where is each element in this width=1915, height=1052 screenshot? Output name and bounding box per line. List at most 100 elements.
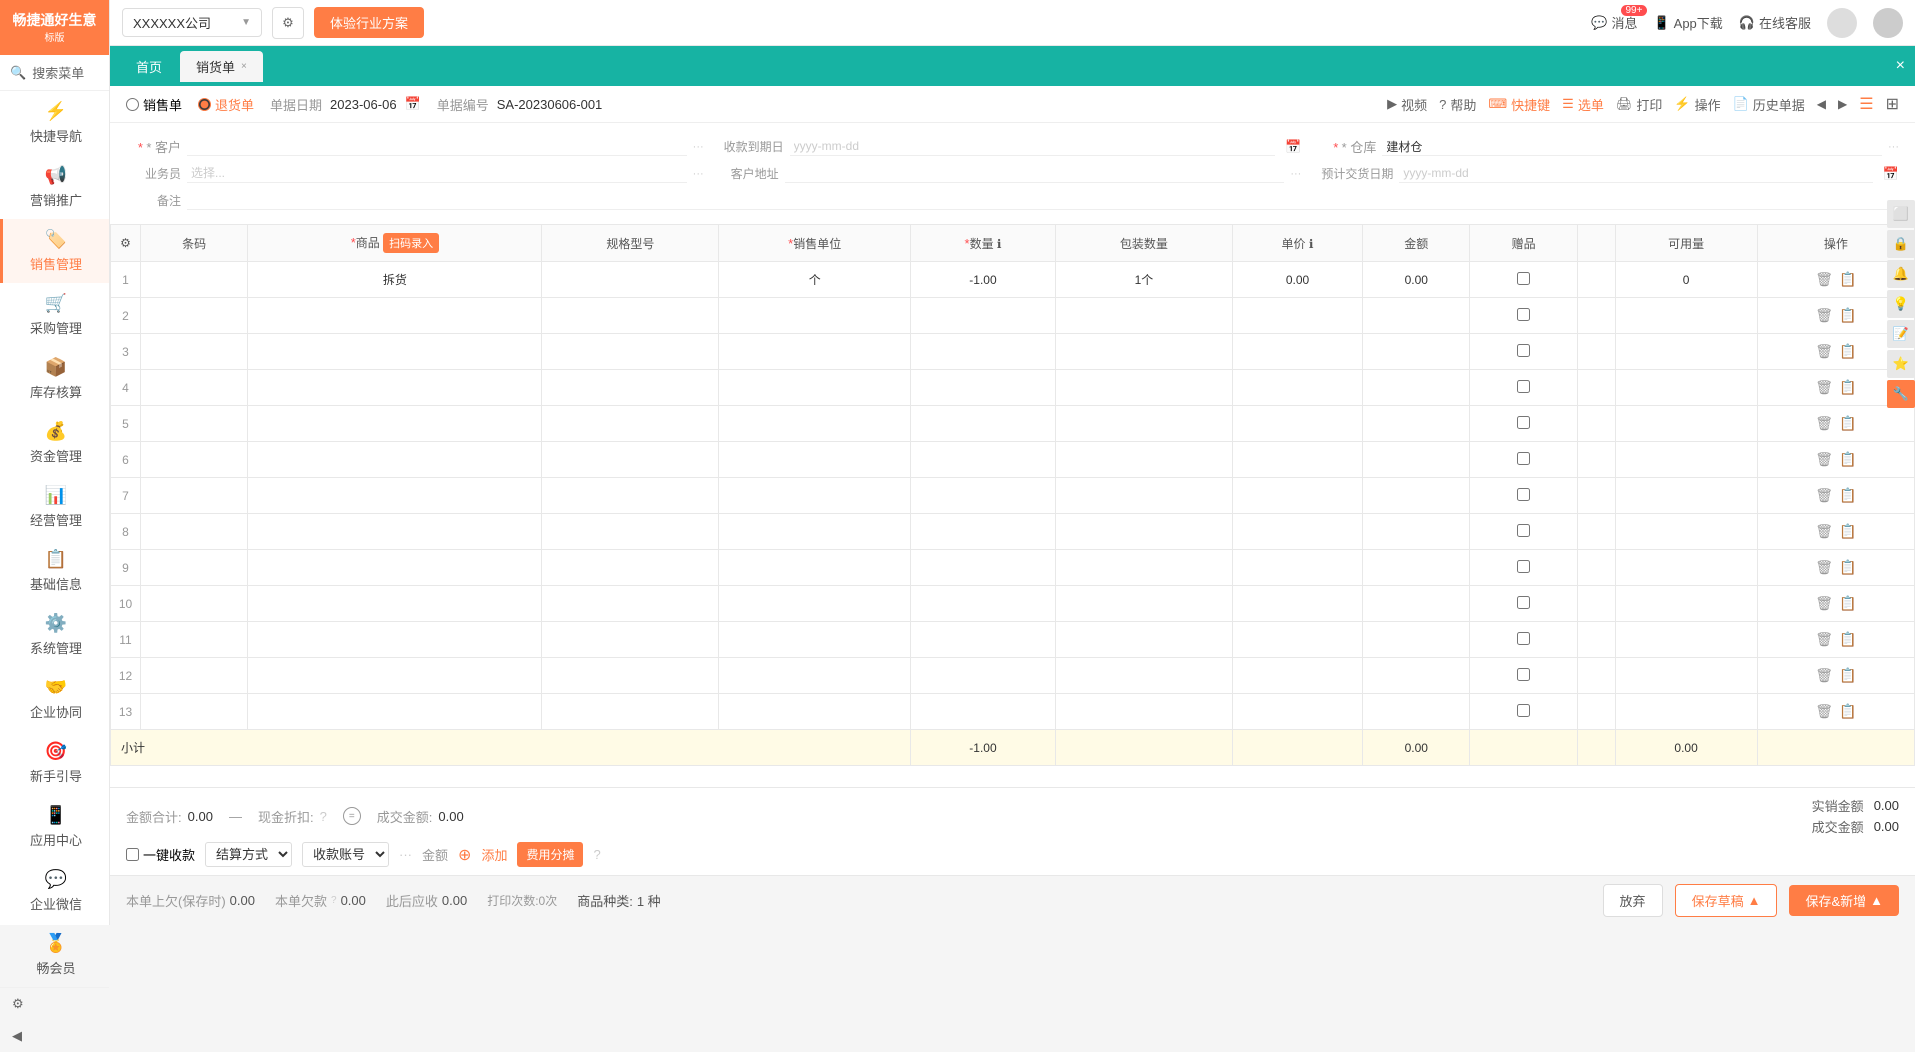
- sidebar-item-sales[interactable]: 🏷️ 销售管理: [0, 219, 109, 283]
- copy-icon[interactable]: 📋: [1839, 559, 1856, 576]
- sidebar-item-quick[interactable]: ⚡ 快捷导航: [0, 91, 109, 155]
- row-qty[interactable]: [911, 550, 1056, 586]
- row-unit[interactable]: [719, 658, 911, 694]
- row-amount[interactable]: [1363, 298, 1470, 334]
- copy-icon[interactable]: 📋: [1839, 343, 1856, 360]
- view-grid-btn[interactable]: ⊞: [1886, 94, 1899, 114]
- calendar-icon3[interactable]: 📅: [1883, 166, 1899, 182]
- row-product[interactable]: 拆货: [248, 262, 542, 298]
- tabbar-close-btn[interactable]: ×: [1896, 57, 1905, 75]
- trial-button[interactable]: 体验行业方案: [314, 7, 424, 38]
- discount-help-icon[interactable]: ?: [320, 809, 327, 824]
- row-price[interactable]: [1232, 406, 1362, 442]
- row-spec[interactable]: [542, 298, 719, 334]
- row-spec[interactable]: [542, 406, 719, 442]
- gift-checkbox[interactable]: [1517, 524, 1530, 537]
- note-input[interactable]: [187, 191, 1899, 210]
- row-amount[interactable]: [1363, 514, 1470, 550]
- row-amount[interactable]: [1363, 478, 1470, 514]
- gift-checkbox[interactable]: [1517, 344, 1530, 357]
- customer-input[interactable]: [187, 137, 687, 156]
- row-pkg-qty[interactable]: [1055, 694, 1232, 730]
- settle-method-select[interactable]: 结算方式: [205, 842, 292, 867]
- sidebar-item-apps[interactable]: 📱 应用中心: [0, 795, 109, 859]
- row-unit[interactable]: [719, 586, 911, 622]
- row-amount[interactable]: [1363, 658, 1470, 694]
- scan-btn[interactable]: 扫码录入: [383, 233, 439, 253]
- row-unit[interactable]: [719, 370, 911, 406]
- row-qty[interactable]: [911, 370, 1056, 406]
- row-spec[interactable]: [542, 586, 719, 622]
- row-spec[interactable]: [542, 622, 719, 658]
- row-unit[interactable]: [719, 478, 911, 514]
- row-spec[interactable]: [542, 262, 719, 298]
- row-product[interactable]: [248, 514, 542, 550]
- row-amount[interactable]: [1363, 694, 1470, 730]
- delete-icon[interactable]: 🗑: [1815, 667, 1833, 684]
- calendar-icon2[interactable]: 📅: [1285, 139, 1301, 155]
- sidebar-item-finance[interactable]: 💰 资金管理: [0, 411, 109, 475]
- gift-checkbox[interactable]: [1517, 416, 1530, 429]
- row-gift[interactable]: [1470, 550, 1577, 586]
- row-product[interactable]: [248, 622, 542, 658]
- float-btn-2[interactable]: 🔒: [1887, 230, 1915, 258]
- print-btn[interactable]: 🖨 打印: [1616, 95, 1663, 114]
- row-spec[interactable]: [542, 370, 719, 406]
- float-btn-3[interactable]: 🔔: [1887, 260, 1915, 288]
- nav-prev-btn[interactable]: ◀: [1817, 97, 1826, 111]
- sidebar-item-guide[interactable]: 🎯 新手引导: [0, 731, 109, 795]
- one-click-input[interactable]: [126, 848, 139, 861]
- row-unit[interactable]: [719, 514, 911, 550]
- company-selector[interactable]: XXXXXX公司 ▼: [122, 8, 262, 37]
- row-barcode[interactable]: [141, 298, 248, 334]
- copy-icon[interactable]: 📋: [1839, 631, 1856, 648]
- copy-icon[interactable]: 📋: [1839, 487, 1856, 504]
- float-btn-5[interactable]: 📝: [1887, 320, 1915, 348]
- sidebar-item-marketing[interactable]: 📢 营销推广: [0, 155, 109, 219]
- gift-checkbox[interactable]: [1517, 380, 1530, 393]
- nav-next-btn[interactable]: ▶: [1838, 97, 1847, 111]
- one-click-checkbox[interactable]: 一键收款: [126, 845, 195, 864]
- help-btn[interactable]: ? 帮助: [1439, 95, 1476, 114]
- row-gift[interactable]: [1470, 478, 1577, 514]
- row-gift[interactable]: [1470, 442, 1577, 478]
- row-gift[interactable]: [1470, 298, 1577, 334]
- row-product[interactable]: [248, 658, 542, 694]
- fenyong-help-icon[interactable]: ?: [593, 847, 600, 862]
- row-product[interactable]: [248, 334, 542, 370]
- row-barcode[interactable]: [141, 370, 248, 406]
- delete-icon[interactable]: 🗑: [1815, 703, 1833, 720]
- return-radio[interactable]: 退货单: [198, 95, 254, 114]
- delete-icon[interactable]: 🗑: [1815, 631, 1833, 648]
- row-qty[interactable]: [911, 442, 1056, 478]
- account-select[interactable]: 收款账号: [302, 842, 389, 867]
- row-price[interactable]: [1232, 550, 1362, 586]
- row-gift[interactable]: [1470, 262, 1577, 298]
- copy-icon[interactable]: 📋: [1839, 703, 1856, 720]
- float-btn-7[interactable]: 🔧: [1887, 380, 1915, 408]
- row-gift[interactable]: [1470, 694, 1577, 730]
- sale-radio[interactable]: 销售单: [126, 95, 182, 114]
- row-price[interactable]: [1232, 370, 1362, 406]
- row-gift[interactable]: [1470, 514, 1577, 550]
- row-price[interactable]: [1232, 514, 1362, 550]
- video-btn[interactable]: ▶ 视频: [1387, 95, 1427, 114]
- warehouse-dots[interactable]: ···: [1888, 141, 1899, 153]
- row-unit[interactable]: 个: [719, 262, 911, 298]
- gift-checkbox[interactable]: [1517, 488, 1530, 501]
- delete-icon[interactable]: 🗑: [1815, 487, 1833, 504]
- row-product[interactable]: [248, 370, 542, 406]
- row-gift[interactable]: [1470, 658, 1577, 694]
- row-amount[interactable]: [1363, 586, 1470, 622]
- row-qty[interactable]: [911, 694, 1056, 730]
- row-pkg-qty[interactable]: [1055, 586, 1232, 622]
- copy-icon[interactable]: 📋: [1839, 667, 1856, 684]
- row-price[interactable]: [1232, 586, 1362, 622]
- user-avatar[interactable]: [1827, 8, 1857, 38]
- salesman-input[interactable]: [187, 164, 687, 183]
- save-draft-btn[interactable]: 保存草稿 ▲: [1675, 884, 1778, 917]
- row-spec[interactable]: [542, 478, 719, 514]
- row-amount[interactable]: [1363, 334, 1470, 370]
- select-btn[interactable]: ☰ 选单: [1562, 95, 1604, 114]
- return-radio-input[interactable]: [198, 98, 211, 111]
